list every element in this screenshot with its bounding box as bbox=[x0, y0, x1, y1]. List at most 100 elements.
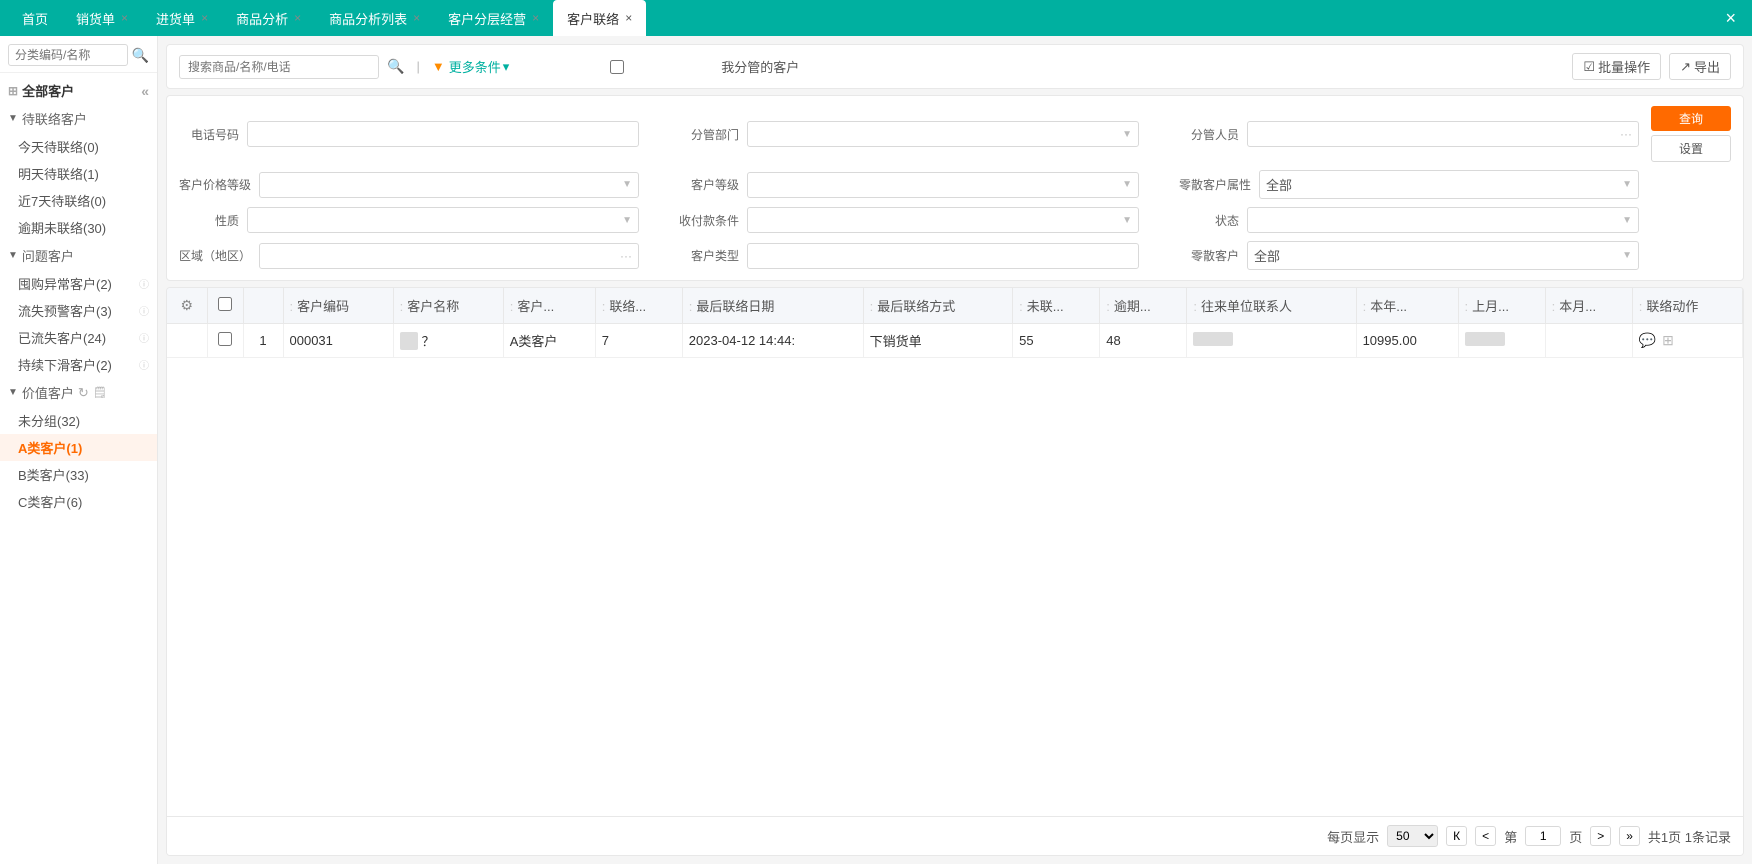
phone-input[interactable] bbox=[247, 121, 639, 147]
nav-sales[interactable]: 销货单 × bbox=[62, 0, 142, 36]
manager-dots-icon: ··· bbox=[1620, 127, 1632, 141]
action-chat-icon[interactable]: 💬 bbox=[1639, 332, 1656, 349]
value-group-refresh[interactable]: ↻ bbox=[78, 385, 89, 401]
sidebar-collapse-btn[interactable]: « bbox=[141, 83, 149, 99]
sidebar-item-churn-warning[interactable]: 流失预警客户(3) ⓘ bbox=[0, 297, 157, 324]
sidebar-search-icon[interactable]: 🔍 bbox=[132, 47, 149, 64]
row-last-month bbox=[1458, 324, 1545, 358]
row-type: A类客户 bbox=[503, 324, 595, 358]
customer-level-dropdown-icon: ▼ bbox=[1122, 179, 1132, 190]
sidebar-group-problem[interactable]: ▼ 问题客户 bbox=[0, 241, 157, 270]
first-page-btn[interactable]: К bbox=[1446, 826, 1467, 846]
select-all-checkbox[interactable] bbox=[218, 297, 232, 311]
sidebar-item-class-a[interactable]: A类客户(1) bbox=[0, 434, 157, 461]
declining-info-icon: ⓘ bbox=[139, 357, 149, 372]
sidebar-group-pending[interactable]: ▼ 待联络客户 bbox=[0, 104, 157, 133]
nav-home[interactable]: 首页 bbox=[8, 0, 62, 36]
sidebar-item-tomorrow[interactable]: 明天待联络(1) bbox=[0, 160, 157, 187]
phone-label: 电话号码 bbox=[179, 126, 239, 143]
retail-attr-label: 零散客户属性 bbox=[1179, 176, 1251, 193]
search-execute-button[interactable]: 查询 bbox=[1651, 106, 1731, 131]
close-purchase-tab[interactable]: × bbox=[201, 11, 208, 25]
retail-customer-select[interactable]: 全部 ▼ bbox=[1247, 241, 1639, 270]
value-group-label: 价值客户 bbox=[22, 383, 74, 402]
filter-customer-level: 客户等级 ▼ bbox=[679, 172, 1139, 198]
nav-customer-tier[interactable]: 客户分层经营 × bbox=[434, 0, 553, 36]
col-last-method: :最后联络方式 bbox=[863, 288, 1013, 324]
sidebar-item-hoarding[interactable]: 囤购异常客户(2) ⓘ bbox=[0, 270, 157, 297]
col-contact: :联络... bbox=[595, 288, 682, 324]
sidebar-item-overdue[interactable]: 逾期未联络(30) bbox=[0, 214, 157, 241]
close-product-analysis-tab[interactable]: × bbox=[294, 11, 301, 25]
column-settings-gear[interactable]: ⚙ bbox=[180, 297, 193, 313]
filter-nature: 性质 ▼ bbox=[179, 207, 639, 233]
my-customers-filter[interactable]: 我分管的客户 bbox=[517, 57, 799, 76]
dept-dropdown-icon: ▼ bbox=[1122, 129, 1132, 140]
manager-label: 分管人员 bbox=[1179, 126, 1239, 143]
sidebar-search-input[interactable] bbox=[8, 44, 128, 66]
my-customers-checkbox[interactable] bbox=[517, 60, 717, 74]
sidebar-item-class-c[interactable]: C类客户(6) bbox=[0, 488, 157, 515]
export-button[interactable]: ↗ 导出 bbox=[1669, 53, 1731, 80]
nav-product-analysis[interactable]: 商品分析 × bbox=[222, 0, 315, 36]
sidebar-item-unclassified[interactable]: 未分组(32) bbox=[0, 407, 157, 434]
region-select[interactable]: ··· bbox=[259, 243, 639, 269]
churned-info-icon: ⓘ bbox=[139, 330, 149, 345]
filter-price-level: 客户价格等级 ▼ bbox=[179, 172, 639, 198]
sidebar-item-declining[interactable]: 持续下滑客户(2) ⓘ bbox=[0, 351, 157, 378]
close-product-analysis-list-tab[interactable]: × bbox=[413, 11, 420, 25]
last-page-btn[interactable]: » bbox=[1619, 826, 1640, 846]
sidebar-search-bar: 🔍 bbox=[0, 36, 157, 73]
advanced-filter-panel: 电话号码 分管部门 ▼ 分管人员 ··· bbox=[166, 95, 1744, 281]
customer-type-input[interactable] bbox=[747, 243, 1139, 269]
sidebar-item-class-b[interactable]: B类客户(33) bbox=[0, 461, 157, 488]
sidebar-item-7days[interactable]: 近7天待联络(0) bbox=[0, 187, 157, 214]
filter-retail-attr: 零散客户属性 全部 ▼ bbox=[1179, 170, 1639, 199]
filter-row-3: 性质 ▼ 收付款条件 ▼ 状态 bbox=[179, 207, 1731, 233]
sidebar-all-customers-label[interactable]: 全部客户 bbox=[22, 81, 74, 100]
last-month-placeholder bbox=[1465, 332, 1505, 346]
row-last-method[interactable]: 下销货单 bbox=[863, 324, 1013, 358]
my-customers-label: 我分管的客户 bbox=[721, 57, 799, 76]
region-dots-icon: ··· bbox=[620, 249, 632, 263]
nature-select[interactable]: ▼ bbox=[247, 207, 639, 233]
filter-settings-button[interactable]: 设置 bbox=[1651, 135, 1731, 162]
row-contacts-person bbox=[1187, 324, 1356, 358]
more-conditions-btn[interactable]: ▼ 更多条件 ▾ bbox=[432, 57, 509, 76]
action-qr-icon[interactable]: ⊞ bbox=[1662, 332, 1674, 349]
retail-attr-select[interactable]: 全部 ▼ bbox=[1259, 170, 1639, 199]
page-number-input[interactable] bbox=[1525, 826, 1561, 846]
sidebar-group-value[interactable]: ▼ 价值客户 ↻ 🗒 bbox=[0, 378, 157, 407]
filter-row-1: 电话号码 分管部门 ▼ 分管人员 ··· bbox=[179, 106, 1731, 162]
row-name[interactable]: ？ bbox=[393, 324, 503, 358]
nav-customer-contact[interactable]: 客户联络 × bbox=[553, 0, 646, 36]
sidebar-item-churned[interactable]: 已流失客户(24) ⓘ bbox=[0, 324, 157, 351]
search-button[interactable]: 🔍 bbox=[387, 58, 404, 75]
close-all-tabs[interactable]: × bbox=[1717, 8, 1744, 28]
payment-select[interactable]: ▼ bbox=[747, 207, 1139, 233]
status-select[interactable]: ▼ bbox=[1247, 207, 1639, 233]
sidebar-item-today[interactable]: 今天待联络(0) bbox=[0, 133, 157, 160]
value-group-arrow: ▼ bbox=[8, 387, 18, 398]
batch-op-button[interactable]: ☑ 批量操作 bbox=[1572, 53, 1661, 80]
nature-label: 性质 bbox=[179, 212, 239, 229]
dept-select[interactable]: ▼ bbox=[747, 121, 1139, 147]
filter-phone: 电话号码 bbox=[179, 121, 639, 147]
price-level-select[interactable]: ▼ bbox=[259, 172, 639, 198]
nav-purchase[interactable]: 进货单 × bbox=[142, 0, 222, 36]
page-size-select[interactable]: 50 100 200 bbox=[1387, 825, 1438, 847]
manager-select[interactable]: ··· bbox=[1247, 121, 1639, 147]
filter-customer-type: 客户类型 bbox=[679, 243, 1139, 269]
prev-page-btn[interactable]: < bbox=[1475, 826, 1496, 846]
close-sales-tab[interactable]: × bbox=[121, 11, 128, 25]
next-page-btn[interactable]: > bbox=[1590, 826, 1611, 846]
nav-product-analysis-list[interactable]: 商品分析列表 × bbox=[315, 0, 434, 36]
row-checkbox[interactable] bbox=[218, 332, 232, 346]
row-last-date: 2023-04-12 14:44: bbox=[682, 324, 863, 358]
value-group-settings[interactable]: 🗒 bbox=[93, 386, 107, 399]
close-customer-tier-tab[interactable]: × bbox=[532, 11, 539, 25]
customer-level-select[interactable]: ▼ bbox=[747, 172, 1139, 198]
close-customer-contact-tab[interactable]: × bbox=[625, 11, 632, 25]
table-scroll-wrap[interactable]: ⚙ :客户编码 :客户名称 :客户... :联络... :最后联络日期 :最后 bbox=[167, 288, 1743, 816]
search-input[interactable] bbox=[179, 55, 379, 79]
